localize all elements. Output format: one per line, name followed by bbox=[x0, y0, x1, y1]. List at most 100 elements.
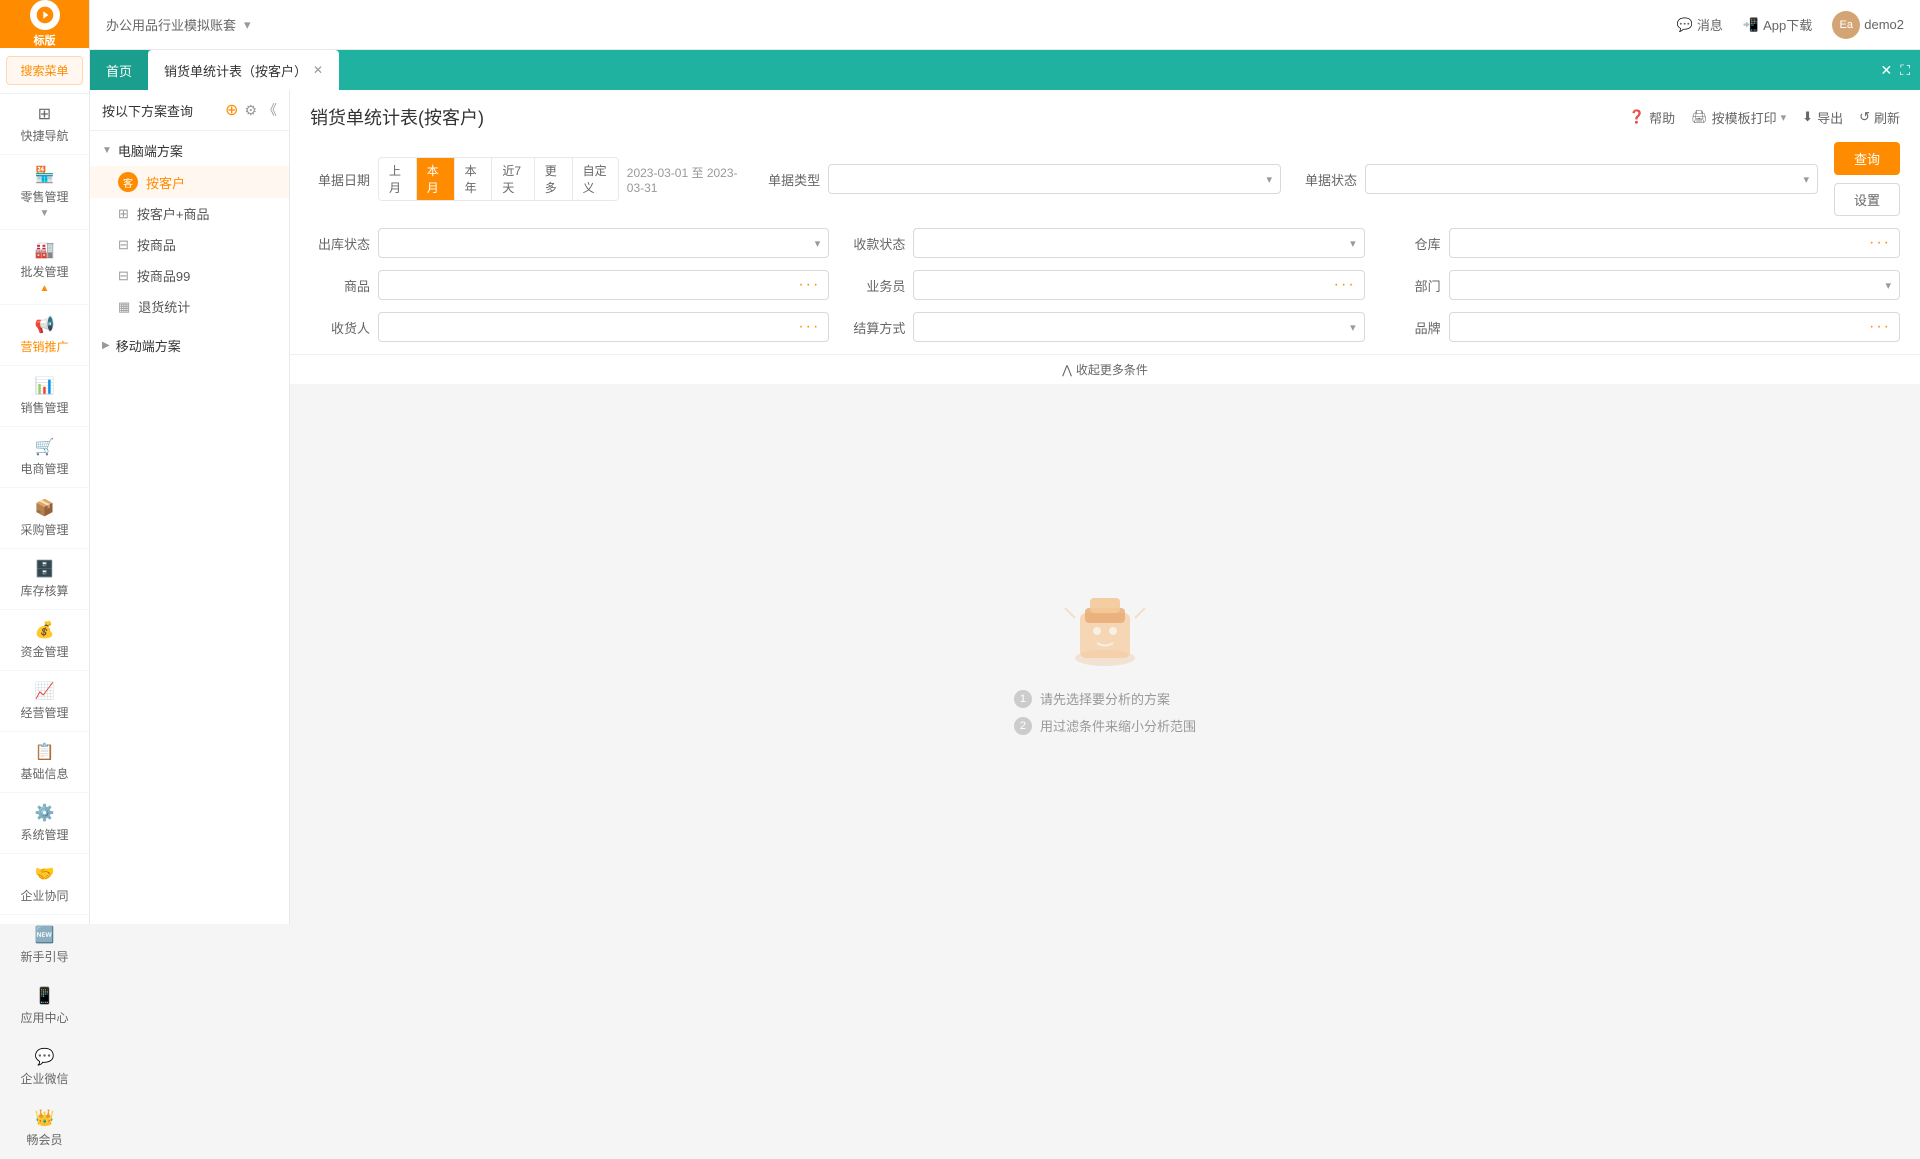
empty-state: 1 请先选择要分析的方案 2 用过滤条件来缩小分析范围 bbox=[290, 384, 1920, 924]
salesperson-input[interactable]: ··· bbox=[913, 270, 1364, 300]
date-tab-custom[interactable]: 自定义 bbox=[573, 158, 618, 200]
receiver-input[interactable]: ··· bbox=[378, 312, 829, 342]
scheme-group-mobile-header[interactable]: ▶ 移动端方案 bbox=[90, 330, 289, 361]
date-tab-7days[interactable]: 近7天 bbox=[492, 158, 534, 200]
product-input[interactable]: ··· bbox=[378, 270, 829, 300]
header-right: 💬 消息 📲 App下载 Ea demo2 bbox=[1677, 11, 1904, 39]
dropdown-icon[interactable]: ▾ bbox=[244, 17, 251, 33]
industry-label: 办公用品行业模拟账套 bbox=[106, 15, 236, 34]
out-status-input[interactable]: ▾ bbox=[378, 228, 829, 258]
sidebar-item-cooperation[interactable]: 🤝 企业协同 bbox=[0, 854, 89, 915]
scheme-panel-header: 按以下方案查询 ⊕ ⚙ 《 bbox=[90, 90, 289, 131]
filter-row-2: 出库状态 ▾ 收款状态 ▾ bbox=[310, 228, 1900, 258]
date-filter-control: 上月 本月 本年 近7天 更多 自定义 2023-03-01 至 2023-03… bbox=[378, 157, 744, 201]
tab-home[interactable]: 首页 bbox=[90, 50, 148, 90]
settings-scheme-icon[interactable]: ⚙ bbox=[244, 102, 257, 119]
brand-label: 品牌 bbox=[1381, 318, 1441, 337]
out-status-label: 出库状态 bbox=[310, 234, 370, 253]
user-avatar: Ea bbox=[1832, 11, 1860, 39]
brand-input[interactable]: ··· bbox=[1449, 312, 1900, 342]
department-label: 部门 bbox=[1381, 276, 1441, 295]
help-btn[interactable]: ❓ 帮助 bbox=[1629, 108, 1675, 127]
date-tab-this-month[interactable]: 本月 bbox=[417, 158, 455, 200]
filter-row-3: 商品 ··· 业务员 ··· bbox=[310, 270, 1900, 300]
sidebar-item-wechat[interactable]: 💬 企业微信 bbox=[0, 1037, 89, 1098]
sidebar-item-membership[interactable]: 👑 畅会员 bbox=[0, 1098, 89, 1159]
empty-tips: 1 请先选择要分析的方案 2 用过滤条件来缩小分析范围 bbox=[1014, 689, 1196, 735]
app-logo: 标版 bbox=[0, 0, 89, 48]
product-dots-icon: ··· bbox=[798, 276, 820, 294]
sidebar-item-ecommerce[interactable]: 🛒 电商管理 bbox=[0, 427, 89, 488]
receipt-status-dropdown-icon: ▾ bbox=[1350, 237, 1356, 250]
sidebar-item-inventory[interactable]: 🗄️ 库存核算 bbox=[0, 549, 89, 610]
scheme-item-return-stats[interactable]: ▦ 退货统计 bbox=[90, 291, 289, 322]
query-button[interactable]: 查询 bbox=[1834, 142, 1900, 175]
tab-sales-stats[interactable]: 销货单统计表（按客户） ✕ bbox=[148, 50, 339, 90]
sidebar-item-retail[interactable]: 🏪 零售管理 ▼ bbox=[0, 155, 89, 230]
sidebar-item-quick-nav[interactable]: ⊞ 快捷导航 bbox=[0, 94, 89, 155]
help-icon: ❓ bbox=[1629, 109, 1645, 125]
settlement-label: 结算方式 bbox=[845, 318, 905, 337]
expand-icon-active: ▲ bbox=[40, 283, 50, 294]
warehouse-input[interactable]: ··· bbox=[1449, 228, 1900, 258]
print-icon: 🖨 bbox=[1691, 109, 1708, 125]
purchase-icon: 📦 bbox=[35, 498, 55, 518]
department-input[interactable]: ▾ bbox=[1449, 270, 1900, 300]
app-download-btn[interactable]: 📲 App下载 bbox=[1743, 15, 1812, 34]
scheme-item-product-99[interactable]: ⊟ 按商品99 bbox=[90, 260, 289, 291]
receipt-status-input[interactable]: ▾ bbox=[913, 228, 1364, 258]
scheme-item-by-customer[interactable]: 客 按客户 bbox=[90, 166, 289, 198]
collapse-more-btn[interactable]: ⋀ 收起更多条件 bbox=[290, 354, 1920, 384]
print-dropdown-icon: ▾ bbox=[1781, 111, 1787, 124]
order-status-input[interactable]: ▾ bbox=[1365, 164, 1818, 194]
export-btn[interactable]: ⬇ 导出 bbox=[1802, 108, 1843, 127]
sidebar-item-sales[interactable]: 📊 销售管理 bbox=[0, 366, 89, 427]
sidebar-item-newbie[interactable]: 🆕 新手引导 bbox=[0, 915, 89, 976]
salesperson-label: 业务员 bbox=[845, 276, 905, 295]
scheme-group-desktop-label: 电脑端方案 bbox=[118, 141, 183, 160]
refresh-btn[interactable]: ↺ 刷新 bbox=[1859, 108, 1900, 127]
filter-row-1: 单据日期 上月 本月 本年 近7天 更多 自定义 2023-03-01 至 20… bbox=[310, 142, 1900, 216]
finance-icon: 💰 bbox=[35, 620, 55, 640]
message-btn[interactable]: 💬 消息 bbox=[1677, 15, 1723, 34]
sidebar-item-purchase[interactable]: 📦 采购管理 bbox=[0, 488, 89, 549]
bar-chart-icon: ▦ bbox=[118, 299, 130, 315]
date-tab-last-month[interactable]: 上月 bbox=[379, 158, 417, 200]
sidebar-item-basic-info[interactable]: 📋 基础信息 bbox=[0, 732, 89, 793]
empty-tip-1: 1 请先选择要分析的方案 bbox=[1014, 689, 1196, 708]
scheme-panel-actions: ⊕ ⚙ 《 bbox=[225, 100, 277, 120]
refresh-icon: ↺ bbox=[1859, 109, 1870, 125]
settlement-input[interactable]: ▾ bbox=[913, 312, 1364, 342]
close-window-icon[interactable]: ✕ bbox=[1880, 62, 1892, 79]
collapse-triangle-icon: ▼ bbox=[102, 145, 112, 156]
brand-field: 品牌 ··· bbox=[1381, 312, 1900, 342]
collapse-scheme-icon[interactable]: 《 bbox=[263, 100, 277, 120]
table-icon1: ⊟ bbox=[118, 237, 129, 253]
order-type-input[interactable]: ▾ bbox=[828, 164, 1281, 194]
settings-button[interactable]: 设置 bbox=[1834, 183, 1900, 216]
scheme-panel: 按以下方案查询 ⊕ ⚙ 《 ▼ 电脑端方案 客 按客户 bbox=[90, 90, 290, 924]
expand-icon: ▼ bbox=[40, 208, 50, 219]
basic-info-icon: 📋 bbox=[35, 742, 55, 762]
sidebar-item-operations[interactable]: 📈 经营管理 bbox=[0, 671, 89, 732]
search-menu-button[interactable]: 搜索菜单 bbox=[6, 56, 83, 85]
sidebar-item-wholesale[interactable]: 🏭 批发管理 ▲ bbox=[0, 230, 89, 305]
date-tab-this-year[interactable]: 本年 bbox=[455, 158, 493, 200]
scheme-item-customer-product[interactable]: ⊞ 按客户+商品 bbox=[90, 198, 289, 229]
print-btn[interactable]: 🖨 按模板打印 ▾ bbox=[1691, 108, 1786, 127]
sidebar-item-system[interactable]: ⚙️ 系统管理 bbox=[0, 793, 89, 854]
empty-illustration bbox=[1055, 573, 1155, 673]
order-type-field: 单据类型 ▾ bbox=[760, 164, 1281, 194]
add-scheme-icon[interactable]: ⊕ bbox=[225, 100, 238, 120]
page-actions: ❓ 帮助 🖨 按模板打印 ▾ ⬇ 导出 ↺ 刷新 bbox=[1629, 108, 1900, 127]
scheme-group-mobile: ▶ 移动端方案 bbox=[90, 326, 289, 365]
maximize-icon[interactable]: ⛶ bbox=[1900, 62, 1910, 79]
date-tab-more[interactable]: 更多 bbox=[535, 158, 573, 200]
user-menu[interactable]: Ea demo2 bbox=[1832, 11, 1904, 39]
sidebar-item-finance[interactable]: 💰 资金管理 bbox=[0, 610, 89, 671]
scheme-group-desktop-header[interactable]: ▼ 电脑端方案 bbox=[90, 135, 289, 166]
sidebar-item-app-center[interactable]: 📱 应用中心 bbox=[0, 976, 89, 1037]
scheme-item-product[interactable]: ⊟ 按商品 bbox=[90, 229, 289, 260]
sidebar-item-marketing[interactable]: 📢 营销推广 bbox=[0, 305, 89, 366]
tab-close-icon[interactable]: ✕ bbox=[313, 63, 323, 77]
